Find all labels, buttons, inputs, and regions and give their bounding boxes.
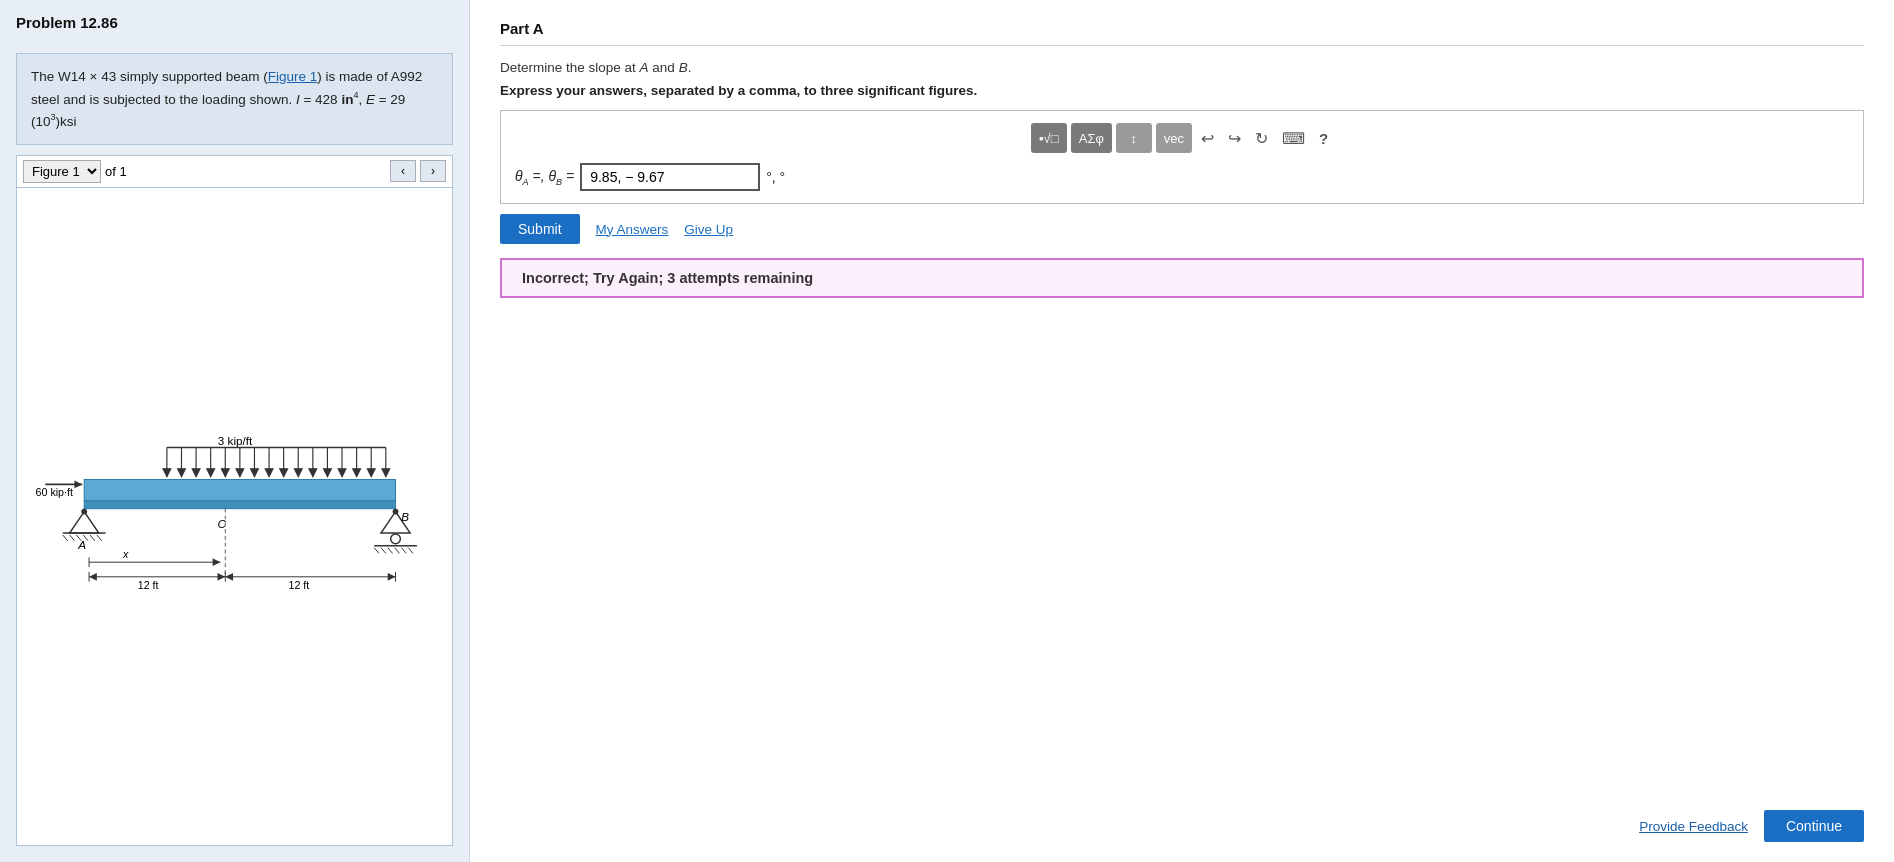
svg-rect-35 [84,480,395,501]
svg-text:60 kip·ft: 60 kip·ft [35,486,72,498]
answer-row: θA =, θB = °, ° [515,163,1849,191]
give-up-button[interactable]: Give Up [684,222,733,237]
continue-button[interactable]: Continue [1764,810,1864,842]
next-figure-button[interactable]: › [420,160,446,182]
matrix-sqrt-button[interactable]: ▪√□ [1031,123,1067,153]
arrow-button[interactable]: ↕ [1116,123,1152,153]
feedback-box: Incorrect; Try Again; 3 attempts remaini… [500,258,1864,298]
submit-button[interactable]: Submit [500,214,580,244]
bottom-actions: Provide Feedback Continue [500,790,1864,842]
svg-point-59 [392,509,398,515]
keyboard-button[interactable]: ⌨ [1277,123,1310,153]
instruction-text: Express your answers, separated by a com… [500,83,1864,98]
actions-row: Submit My Answers Give Up [500,214,1864,244]
answer-container: ▪√□ ΑΣφ ↕ vec ↩ ↪ ↻ ⌨ ? θA =, θB = °, ° [500,110,1864,204]
figure-of-label: of 1 [105,164,127,179]
redo-button[interactable]: ↪ [1223,123,1246,153]
vec-button[interactable]: vec [1156,123,1192,153]
left-panel: Problem 12.86 The W14 × 43 simply suppor… [0,0,470,862]
svg-rect-36 [84,501,395,509]
svg-text:x: x [122,549,129,561]
problem-title: Problem 12.86 [16,14,453,31]
beam-diagram: 3 kip/ft [20,426,450,606]
svg-text:12 ft: 12 ft [137,580,158,592]
feedback-text: Incorrect; Try Again; 3 attempts remaini… [522,270,813,286]
help-button[interactable]: ? [1314,123,1333,153]
right-panel: Part A Determine the slope at A and B. E… [470,0,1894,862]
greek-symbols-button[interactable]: ΑΣφ [1071,123,1112,153]
figure-area: 3 kip/ft [16,188,453,846]
question-text: Determine the slope at A and B. [500,60,1864,75]
answer-input[interactable] [580,163,760,191]
provide-feedback-button[interactable]: Provide Feedback [1639,819,1748,834]
svg-text:12 ft: 12 ft [288,580,309,592]
figure-link[interactable]: Figure 1 [268,69,318,84]
svg-text:A: A [77,538,86,551]
undo-button[interactable]: ↩ [1196,123,1219,153]
theta-label: θA =, θB = [515,168,574,187]
svg-point-48 [81,509,87,515]
degree-symbol: °, ° [766,169,785,185]
prev-figure-button[interactable]: ‹ [390,160,416,182]
part-label: Part A [500,20,1864,46]
problem-description: The W14 × 43 simply supported beam (Figu… [16,53,453,145]
reload-button[interactable]: ↻ [1250,123,1273,153]
figure-selector[interactable]: Figure 1 [23,160,101,183]
svg-text:3 kip/ft: 3 kip/ft [217,435,252,448]
svg-text:B: B [401,511,409,524]
math-toolbar: ▪√□ ΑΣφ ↕ vec ↩ ↪ ↻ ⌨ ? [515,123,1849,153]
my-answers-button[interactable]: My Answers [596,222,669,237]
